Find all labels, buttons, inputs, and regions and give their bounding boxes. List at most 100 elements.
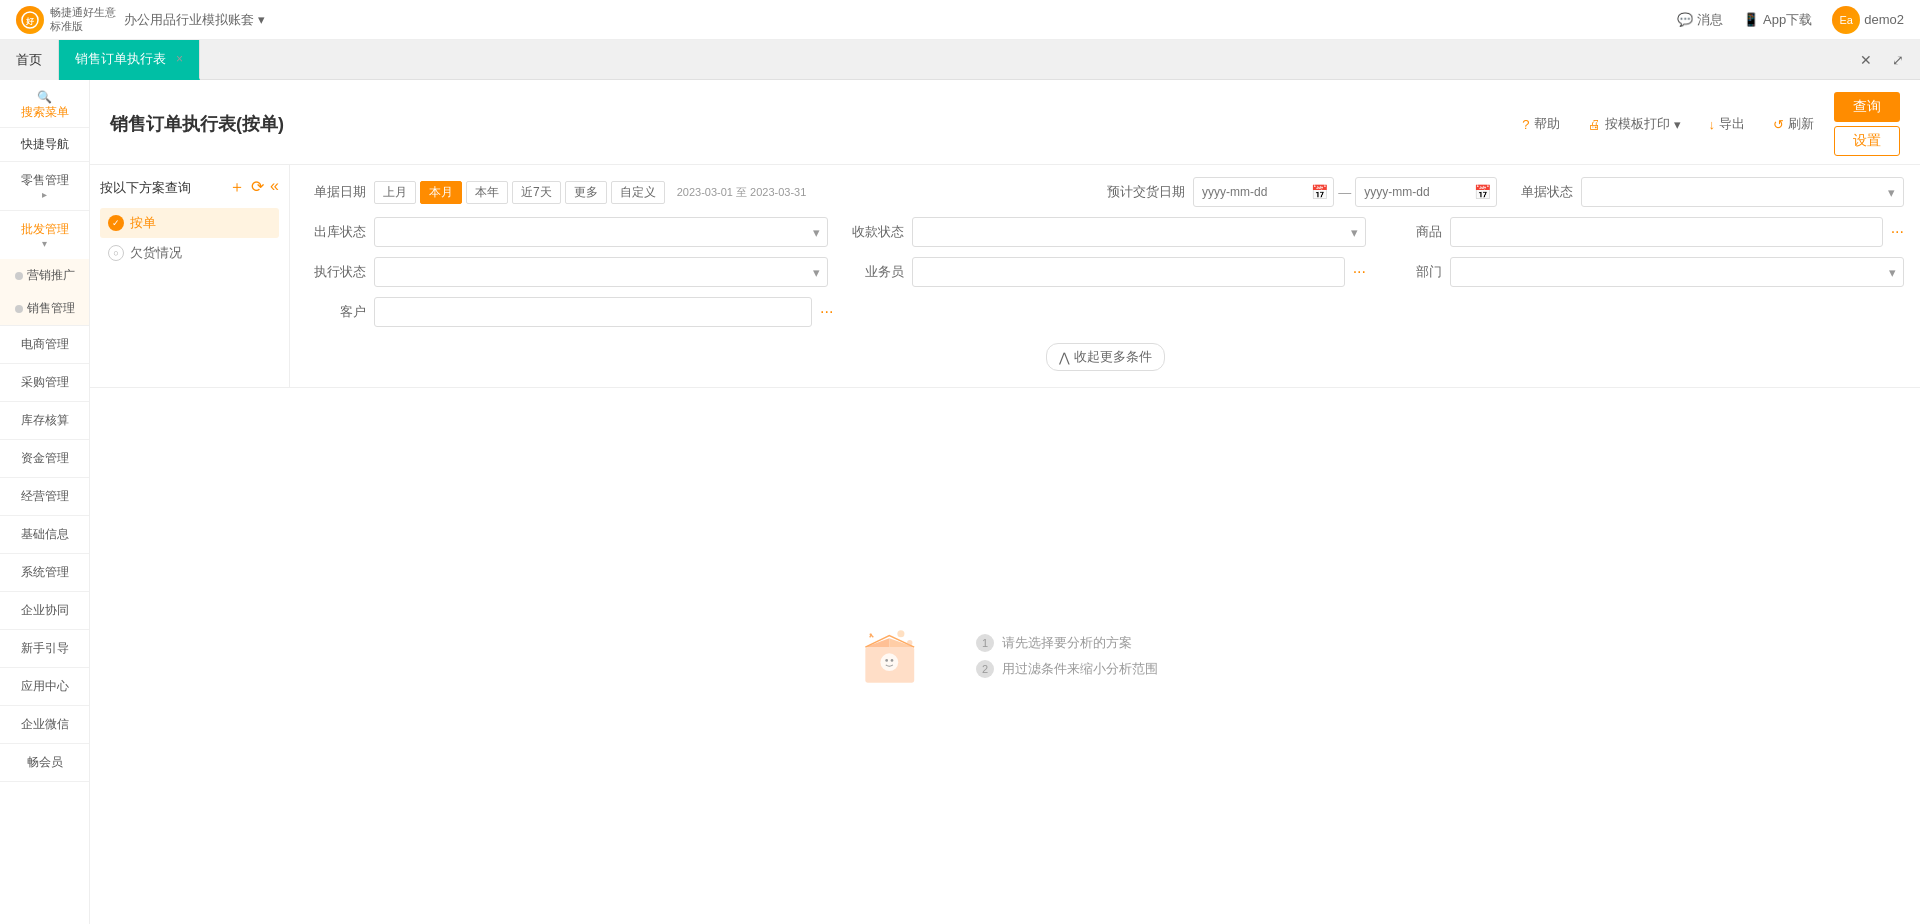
filter-field-date: 单据日期 上月 本月 本年 近7天 更多 自定义 2023-03-01 至 20… bbox=[306, 181, 1089, 204]
calendar-from-icon: 📅 bbox=[1311, 184, 1328, 200]
sidebar-item-purchase[interactable]: 采购管理 bbox=[0, 364, 89, 401]
close-window-button[interactable]: ✕ bbox=[1854, 48, 1878, 72]
sidebar-item-retail[interactable]: 零售管理 ▸ bbox=[0, 162, 89, 210]
sidebar-item-appcenter[interactable]: 应用中心 bbox=[0, 668, 89, 705]
sidebar-item-inventory[interactable]: 库存核算 bbox=[0, 402, 89, 439]
filter-field-exec-status: 执行状态 bbox=[306, 257, 828, 287]
chevron-down-icon-wholesale: ▾ bbox=[42, 238, 47, 249]
date-tag-more[interactable]: 更多 bbox=[565, 181, 607, 204]
sidebar-item-operation[interactable]: 经营管理 bbox=[0, 478, 89, 515]
empty-illustration bbox=[852, 616, 932, 696]
search-icon: 🔍 bbox=[37, 90, 52, 104]
tab-bar-actions: ✕ ⤢ bbox=[1854, 48, 1920, 72]
filter-field-dept: 部门 bbox=[1382, 257, 1904, 287]
empty-hint-2: 2 用过滤条件来缩小分析范围 bbox=[976, 660, 1158, 678]
goods-input[interactable] bbox=[1450, 217, 1883, 247]
exec-status-select[interactable] bbox=[374, 257, 828, 287]
sidebar-item-collab[interactable]: 企业协同 bbox=[0, 592, 89, 629]
filter-scheme-panel: 按以下方案查询 ＋ ⟳ « ✓ 按单 ○ 欠货情况 bbox=[90, 165, 290, 387]
sidebar-item-corpwechat[interactable]: 企业微信 bbox=[0, 706, 89, 743]
payment-status-select[interactable] bbox=[912, 217, 1366, 247]
goods-label: 商品 bbox=[1382, 223, 1442, 241]
content-area: 销售订单执行表(按单) ? 帮助 🖨 按模板打印 ▾ ↓ 导出 ↺ 刷新 bbox=[90, 80, 1920, 924]
tab-home[interactable]: 首页 bbox=[0, 40, 59, 80]
sidebar-item-ecommerce[interactable]: 电商管理 bbox=[0, 326, 89, 363]
sidebar-operation-section: 经营管理 bbox=[0, 478, 89, 516]
scheme-item-欠货情况[interactable]: ○ 欠货情况 bbox=[100, 238, 279, 268]
filter-row-2: 出库状态 收款状态 商品 ··· bbox=[306, 217, 1904, 247]
customer-more-button[interactable]: ··· bbox=[820, 297, 833, 327]
sidebar-item-member[interactable]: 畅会员 bbox=[0, 744, 89, 781]
doc-status-dropdown-icon: ▾ bbox=[1888, 185, 1895, 200]
stock-status-select[interactable] bbox=[374, 217, 828, 247]
sidebar-collab-section: 企业协同 bbox=[0, 592, 89, 630]
payment-status-label: 收款状态 bbox=[844, 223, 904, 241]
scheme-dot-inactive: ○ bbox=[108, 245, 124, 261]
date-separator: — bbox=[1338, 185, 1351, 200]
maximize-window-button[interactable]: ⤢ bbox=[1886, 48, 1910, 72]
sidebar-ecommerce-section: 电商管理 bbox=[0, 326, 89, 364]
empty-state: 1 请先选择要分析的方案 2 用过滤条件来缩小分析范围 bbox=[90, 388, 1920, 924]
app-download-button[interactable]: 📱 App下载 bbox=[1743, 11, 1812, 29]
chevron-down-icon: ▾ bbox=[258, 12, 265, 27]
tab-close-icon[interactable]: × bbox=[176, 52, 183, 66]
sidebar-item-newguide[interactable]: 新手引导 bbox=[0, 630, 89, 667]
retail-label: 零售管理 bbox=[21, 172, 69, 189]
expected-date-to-wrap: 📅 bbox=[1355, 177, 1496, 207]
sidebar-search[interactable]: 🔍 搜索菜单 bbox=[0, 80, 89, 128]
sidebar-item-wholesale[interactable]: 批发管理 ▾ bbox=[0, 211, 89, 259]
date-tag-7days[interactable]: 近7天 bbox=[512, 181, 561, 204]
sidebar-item-basic[interactable]: 基础信息 bbox=[0, 516, 89, 553]
filter-field-stock-status: 出库状态 bbox=[306, 217, 828, 247]
expected-date-from-wrap: 📅 bbox=[1193, 177, 1334, 207]
sidebar-item-sales-management[interactable]: 销售管理 bbox=[0, 292, 89, 325]
empty-hints: 1 请先选择要分析的方案 2 用过滤条件来缩小分析范围 bbox=[976, 634, 1158, 678]
sidebar-item-marketing[interactable]: 营销推广 bbox=[0, 259, 89, 292]
tab-sales-order[interactable]: 销售订单执行表 × bbox=[59, 40, 200, 80]
sidebar-quicknav[interactable]: 快捷导航 bbox=[0, 128, 89, 162]
filter-field-expected-date: 预计交货日期 📅 — 📅 bbox=[1105, 177, 1497, 207]
filter-field-goods: 商品 ··· bbox=[1382, 217, 1904, 247]
date-tag-this-month[interactable]: 本月 bbox=[420, 181, 462, 204]
svg-text:好: 好 bbox=[25, 17, 35, 26]
user-menu[interactable]: Ea demo2 bbox=[1832, 6, 1904, 34]
setup-button[interactable]: 设置 bbox=[1834, 126, 1900, 156]
hint-num-2: 2 bbox=[976, 660, 994, 678]
scheme-item-按单[interactable]: ✓ 按单 bbox=[100, 208, 279, 238]
customer-input[interactable] bbox=[374, 297, 812, 327]
customer-label: 客户 bbox=[306, 303, 366, 321]
collapse-filter-button[interactable]: ⋀ 收起更多条件 bbox=[1046, 343, 1165, 371]
refresh-scheme-button[interactable]: ⟳ bbox=[251, 177, 264, 198]
message-button[interactable]: 💬 消息 bbox=[1677, 11, 1723, 29]
goods-more-button[interactable]: ··· bbox=[1891, 217, 1904, 247]
filter-scheme-header: 按以下方案查询 ＋ ⟳ « bbox=[100, 177, 279, 198]
help-button[interactable]: ? 帮助 bbox=[1514, 111, 1567, 137]
doc-status-label: 单据状态 bbox=[1513, 183, 1573, 201]
page-header: 销售订单执行表(按单) ? 帮助 🖨 按模板打印 ▾ ↓ 导出 ↺ 刷新 bbox=[90, 80, 1920, 165]
salesperson-input[interactable] bbox=[912, 257, 1345, 287]
collapse-icon: ⋀ bbox=[1059, 350, 1070, 365]
breadcrumb-selector[interactable]: 办公用品行业模拟账套 ▾ bbox=[124, 11, 265, 29]
date-tag-this-year[interactable]: 本年 bbox=[466, 181, 508, 204]
sidebar-item-finance[interactable]: 资金管理 bbox=[0, 440, 89, 477]
payment-status-select-wrapper bbox=[912, 217, 1366, 247]
export-button[interactable]: ↓ 导出 bbox=[1701, 111, 1754, 137]
expected-date-range: 📅 — 📅 bbox=[1193, 177, 1497, 207]
query-button[interactable]: 查询 bbox=[1834, 92, 1900, 122]
doc-status-select[interactable]: ▾ bbox=[1581, 177, 1905, 207]
collapse-scheme-button[interactable]: « bbox=[270, 177, 279, 198]
sidebar-item-system[interactable]: 系统管理 bbox=[0, 554, 89, 591]
sidebar-member-section: 畅会员 bbox=[0, 744, 89, 782]
filter-fields: 单据日期 上月 本月 本年 近7天 更多 自定义 2023-03-01 至 20… bbox=[290, 165, 1920, 387]
export-icon: ↓ bbox=[1709, 117, 1716, 132]
print-template-button[interactable]: 🖨 按模板打印 ▾ bbox=[1580, 111, 1689, 137]
date-tag-custom[interactable]: 自定义 bbox=[611, 181, 665, 204]
sidebar-system-section: 系统管理 bbox=[0, 554, 89, 592]
sidebar-basic-section: 基础信息 bbox=[0, 516, 89, 554]
add-scheme-button[interactable]: ＋ bbox=[229, 177, 245, 198]
dept-select[interactable] bbox=[1450, 257, 1904, 287]
date-tag-last-month[interactable]: 上月 bbox=[374, 181, 416, 204]
refresh-button[interactable]: ↺ 刷新 bbox=[1765, 111, 1822, 137]
salesperson-more-button[interactable]: ··· bbox=[1353, 257, 1366, 287]
sidebar-purchase-section: 采购管理 bbox=[0, 364, 89, 402]
